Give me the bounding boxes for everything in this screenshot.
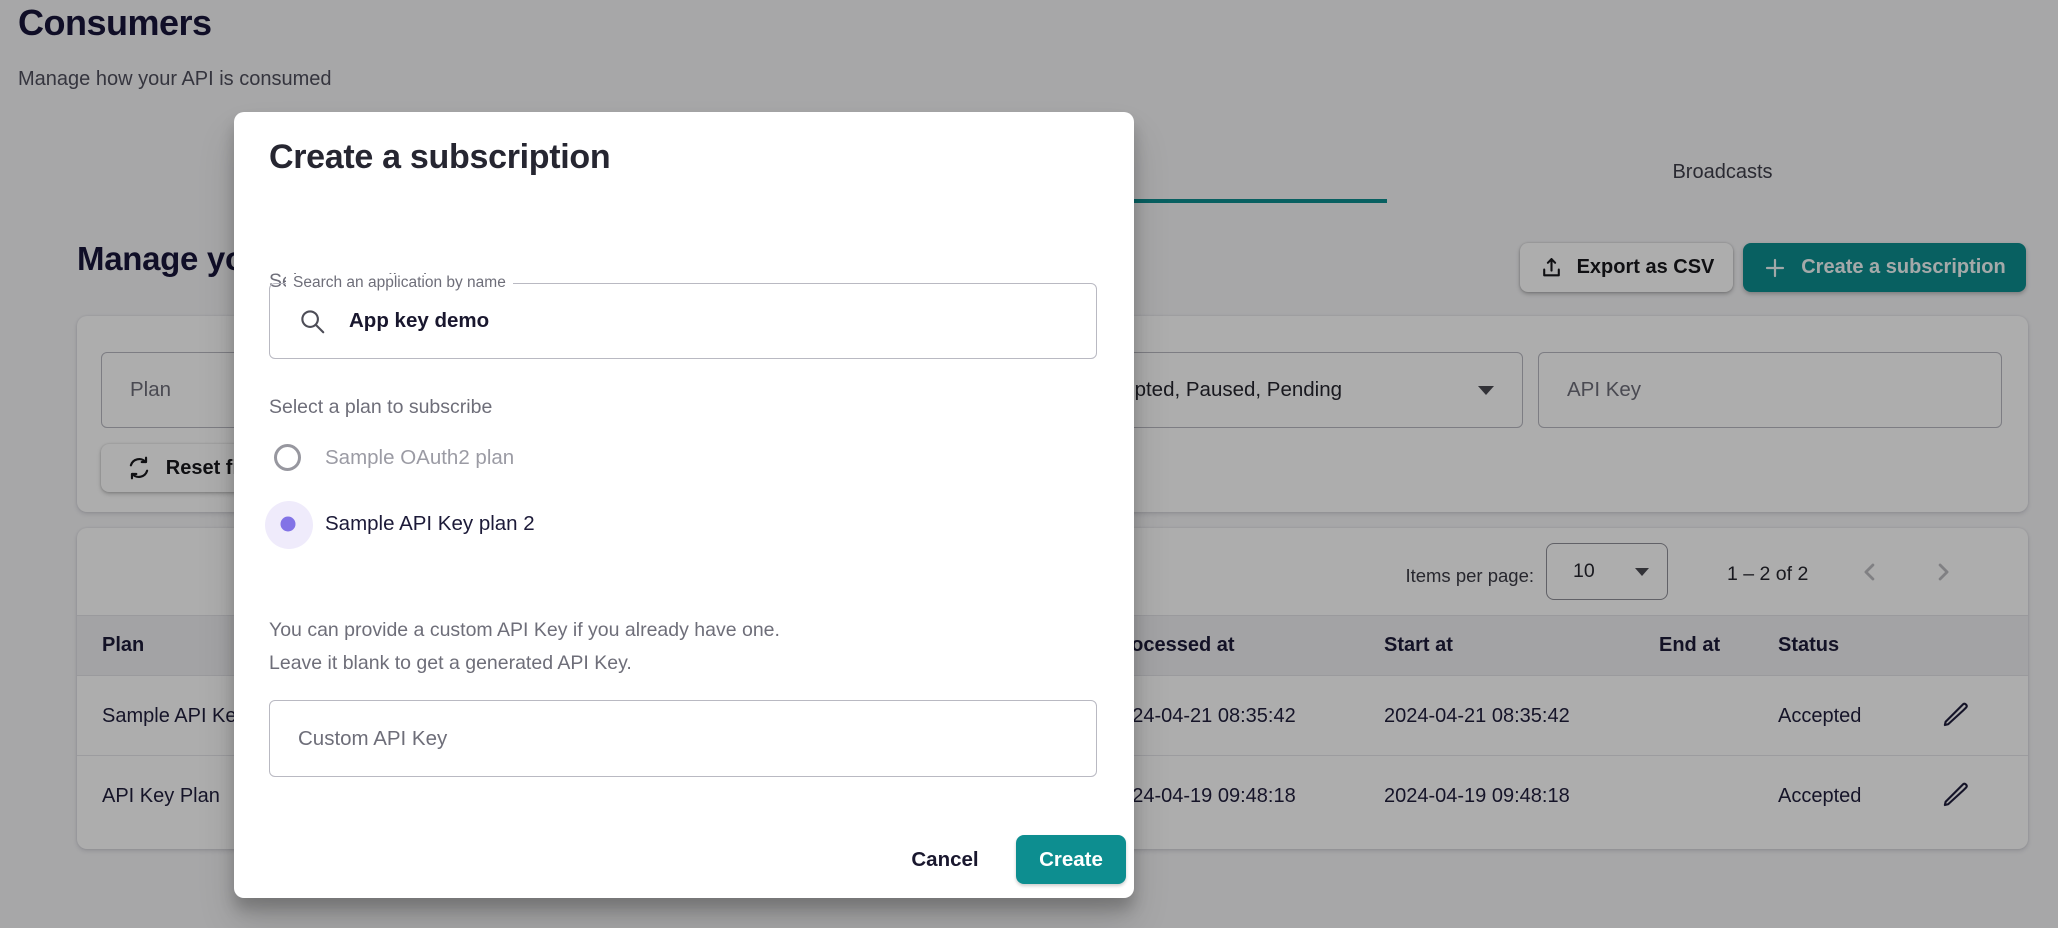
plan-radio-api-key[interactable]: Sample API Key plan 2: [274, 510, 535, 537]
plan-radio-oauth2: Sample OAuth2 plan: [274, 444, 514, 471]
plan-radio-label: Sample OAuth2 plan: [325, 446, 514, 470]
helper-line-1: You can provide a custom API Key if you …: [269, 614, 780, 647]
custom-key-helper-text: You can provide a custom API Key if you …: [269, 614, 780, 680]
plan-radio-label: Sample API Key plan 2: [325, 512, 535, 536]
create-button[interactable]: Create: [1016, 835, 1126, 884]
plan-section-label: Select a plan to subscribe: [269, 396, 492, 419]
application-search-label: Search an application by name: [286, 274, 513, 292]
custom-api-key-input[interactable]: [269, 700, 1097, 777]
application-search-field[interactable]: Search an application by name: [269, 283, 1097, 359]
application-search-input[interactable]: [349, 309, 1076, 333]
radio-selected-icon: [274, 510, 301, 537]
dialog-title: Create a subscription: [269, 138, 610, 177]
helper-line-2: Leave it blank to get a generated API Ke…: [269, 647, 780, 680]
consumers-screen: Consumers Manage how your API is consume…: [0, 0, 2058, 928]
create-subscription-dialog: Create a subscription Select an applicat…: [234, 112, 1134, 898]
search-icon: [297, 306, 327, 336]
radio-unselected-icon: [274, 444, 301, 471]
cancel-button[interactable]: Cancel: [897, 835, 993, 884]
